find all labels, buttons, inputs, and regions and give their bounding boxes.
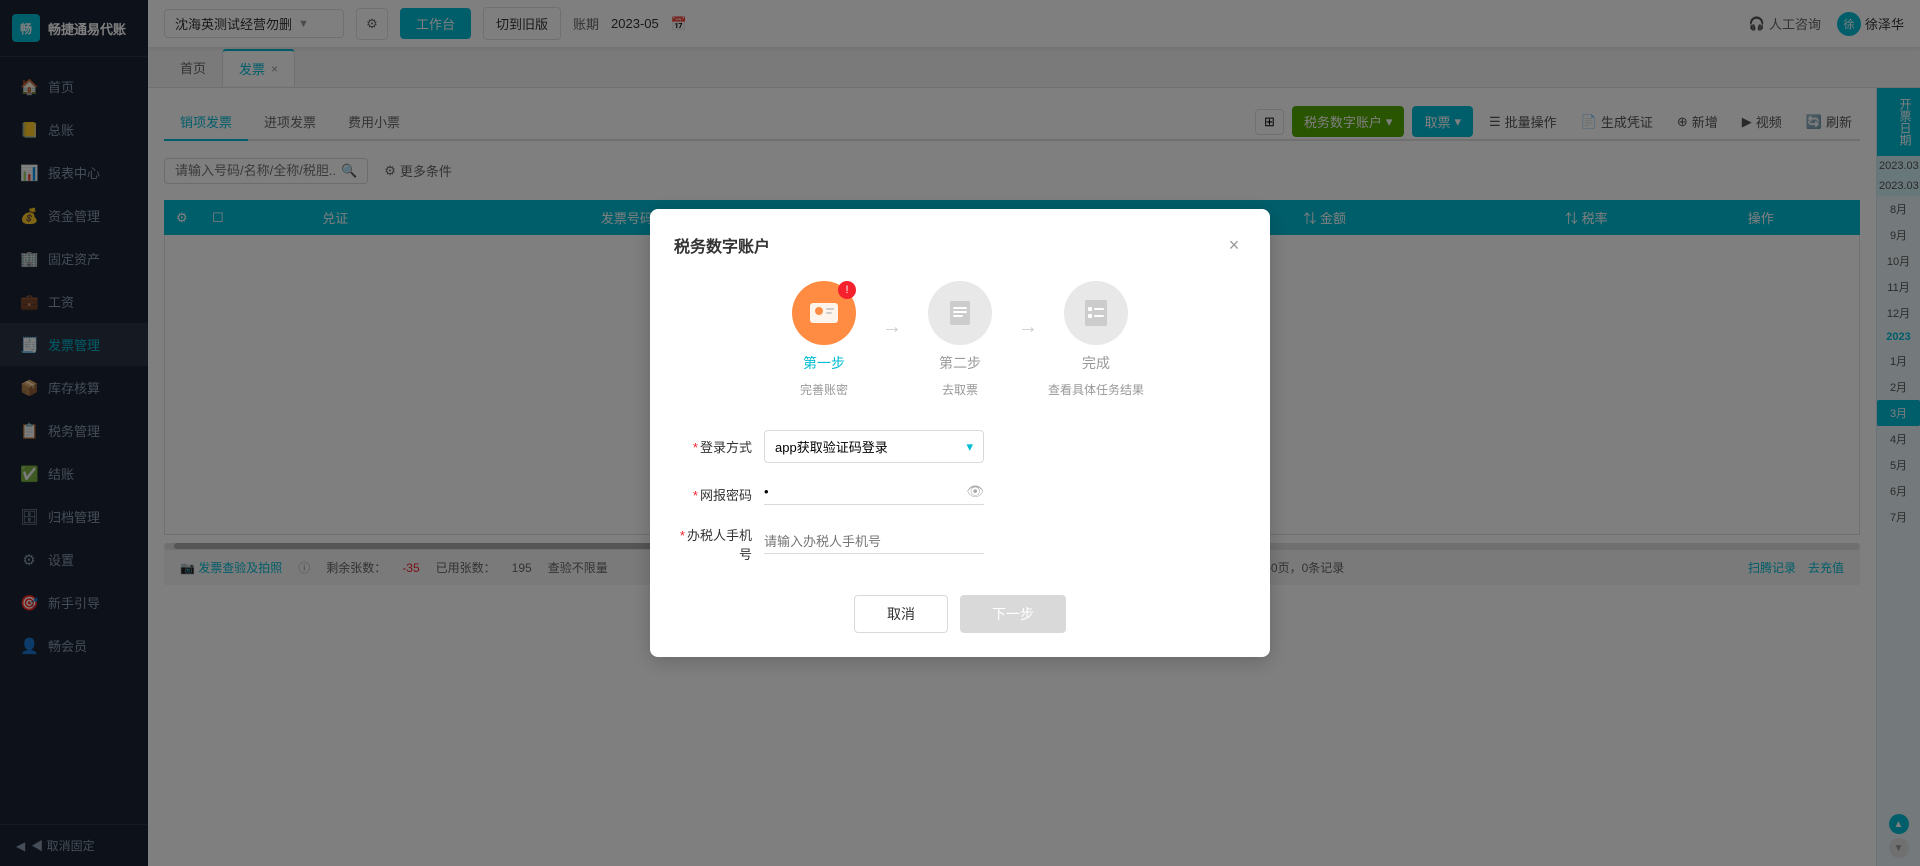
checklist-icon [1078,295,1114,331]
step-2: 第二步 去取票 [910,281,1010,398]
steps-indicator: ! 第一步 完善账密 → [674,281,1246,398]
password-control: 👁 [764,483,1246,505]
step-3: 完成 查看具体任务结果 [1046,281,1146,398]
step-1-badge: ! [838,281,856,299]
select-dropdown-icon: ▾ [966,439,973,455]
password-label: 网报密码 [674,485,764,504]
step-1: ! 第一步 完善账密 [774,281,874,398]
step-3-title: 完成 [1082,353,1110,373]
step-1-desc: 完善账密 [800,381,848,398]
step-arrow-2: → [1018,316,1038,363]
step-arrow-1: → [882,316,902,363]
password-group: 网报密码 👁 [674,483,1246,505]
step-1-icon-wrap: ! [792,281,856,345]
person-card-icon [806,295,842,331]
tax-digital-modal: 税务数字账户 × ! 第一步 [650,209,1270,657]
phone-control [764,534,1246,554]
modal-footer: 取消 下一步 [674,595,1246,633]
next-button[interactable]: 下一步 [960,595,1066,633]
modal-header: 税务数字账户 × [674,233,1246,257]
login-method-control: app获取验证码登录 ▾ [764,430,1246,463]
phone-input[interactable] [764,534,984,554]
step-2-icon-wrap [928,281,992,345]
modal-overlay[interactable]: 税务数字账户 × ! 第一步 [0,0,1920,866]
toggle-password-icon[interactable]: 👁 [966,483,984,500]
step-3-icon-wrap [1064,281,1128,345]
modal-form: 登录方式 app获取验证码登录 ▾ 网报密码 👁 [674,430,1246,563]
phone-group: 办税人手机号 [674,525,1246,563]
cancel-button[interactable]: 取消 [854,595,948,633]
login-method-select[interactable]: app获取验证码登录 ▾ [764,430,984,463]
step-1-title: 第一步 [803,353,845,373]
step-2-title: 第二步 [939,353,981,373]
step-2-icon [928,281,992,345]
login-method-label: 登录方式 [674,437,764,456]
step-3-icon [1064,281,1128,345]
password-field-wrap: 👁 [764,483,984,505]
modal-title: 税务数字账户 [674,233,770,257]
step-2-desc: 去取票 [942,381,978,398]
login-method-group: 登录方式 app获取验证码登录 ▾ [674,430,1246,463]
modal-close-button[interactable]: × [1222,233,1246,257]
password-input[interactable] [764,484,966,499]
login-method-value: app获取验证码登录 [775,437,888,456]
step-3-desc: 查看具体任务结果 [1048,381,1144,398]
phone-label: 办税人手机号 [674,525,764,563]
document-icon [942,295,978,331]
